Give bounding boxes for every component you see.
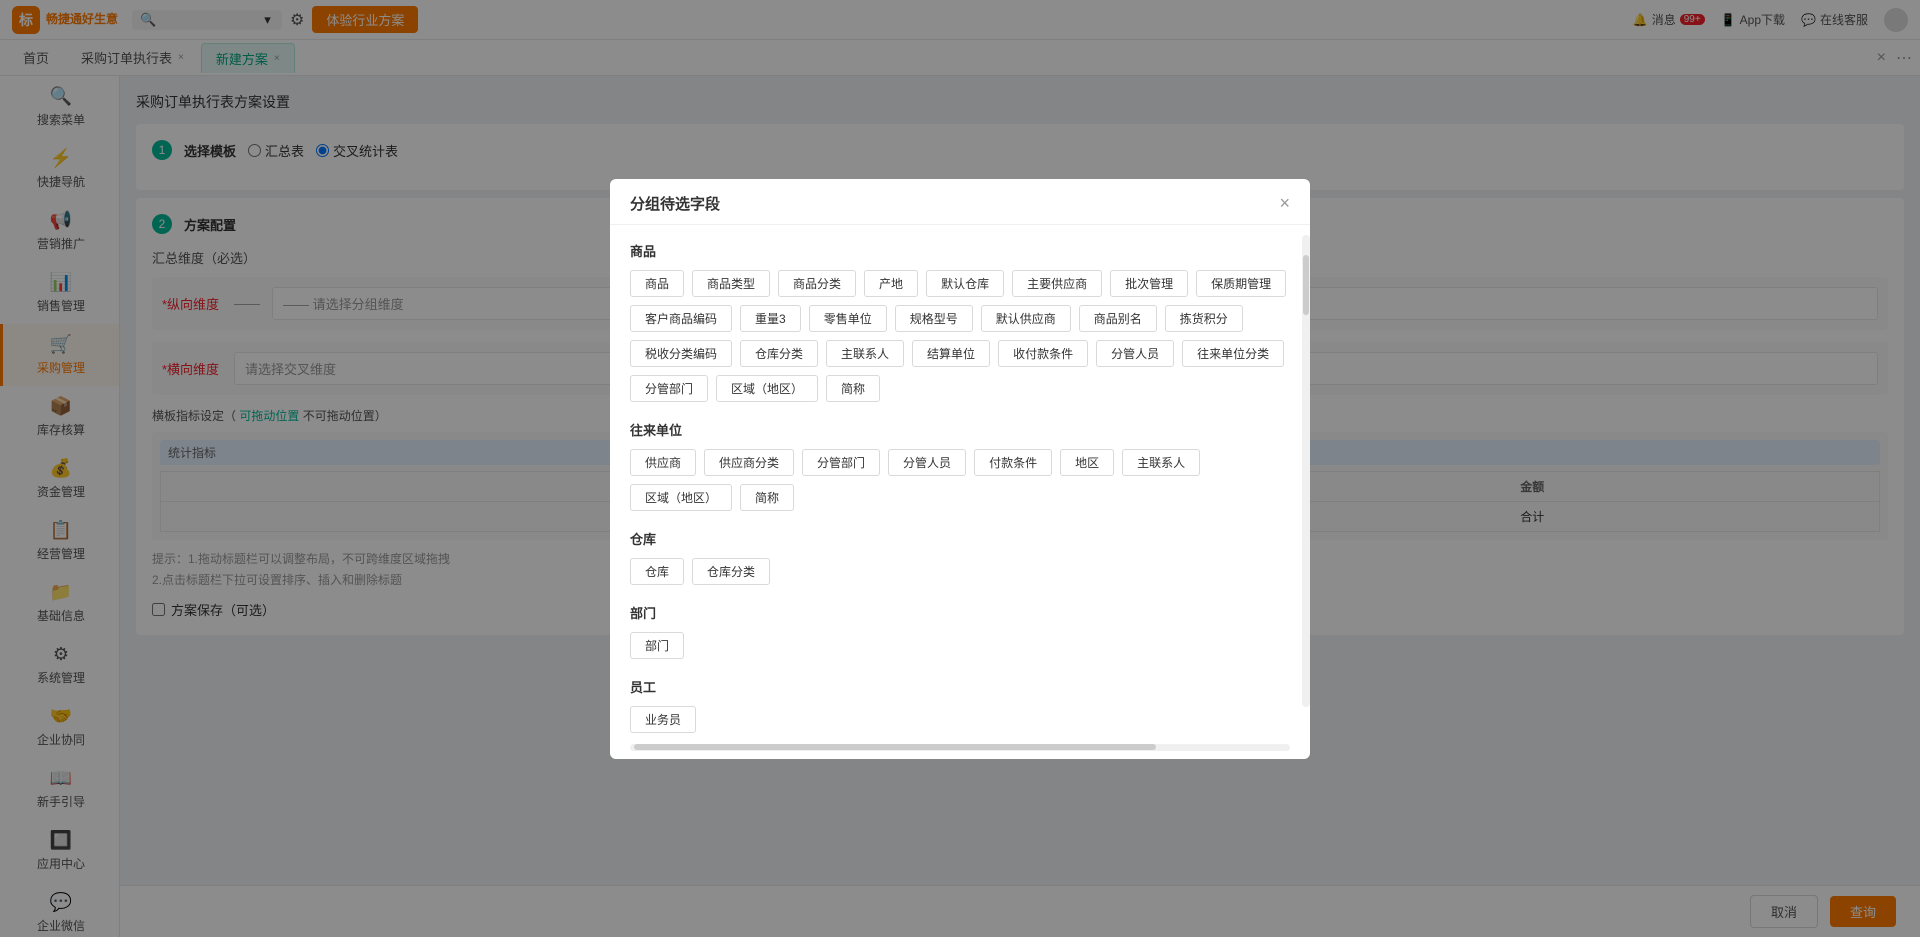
section-dept: 部门 部门 <box>630 603 1290 659</box>
section-product: 商品 商品 商品类型 商品分类 产地 默认仓库 主要供应商 批次管理 保质期管理… <box>630 241 1290 402</box>
modal-close-button[interactable]: × <box>1279 194 1290 212</box>
field-batch-mgmt[interactable]: 批次管理 <box>1110 270 1188 297</box>
field-partner-supervisor[interactable]: 分管人员 <box>888 449 966 476</box>
field-department[interactable]: 部门 <box>630 632 684 659</box>
field-salesperson[interactable]: 业务员 <box>630 706 696 733</box>
modal: 分组待选字段 × 商品 商品 商品类型 商品分类 产地 默认仓库 主要供应商 批… <box>610 179 1310 759</box>
field-partner-short[interactable]: 简称 <box>740 484 794 511</box>
modal-scrollbar-thumb <box>1303 255 1309 315</box>
field-default-supplier[interactable]: 默认供应商 <box>981 305 1071 332</box>
field-supplier[interactable]: 供应商 <box>630 449 696 476</box>
section-warehouse-title: 仓库 <box>630 529 1290 548</box>
section-employee-title: 员工 <box>630 677 1290 696</box>
field-dept[interactable]: 分管部门 <box>630 375 708 402</box>
field-warehouse-category[interactable]: 仓库分类 <box>740 340 818 367</box>
field-product[interactable]: 商品 <box>630 270 684 297</box>
section-partner-title: 往来单位 <box>630 420 1290 439</box>
field-main-supplier[interactable]: 主要供应商 <box>1012 270 1102 297</box>
modal-header: 分组待选字段 × <box>610 179 1310 225</box>
modal-hscrollbar[interactable] <box>630 744 1290 750</box>
field-pick-points[interactable]: 拣货积分 <box>1165 305 1243 332</box>
field-partner-category[interactable]: 往来单位分类 <box>1182 340 1284 367</box>
field-retail-unit[interactable]: 零售单位 <box>809 305 887 332</box>
field-region[interactable]: 区域（地区） <box>716 375 818 402</box>
section-product-title: 商品 <box>630 241 1290 260</box>
field-partner-contact[interactable]: 主联系人 <box>1122 449 1200 476</box>
field-supervisor[interactable]: 分管人员 <box>1096 340 1174 367</box>
field-payment-terms[interactable]: 收付款条件 <box>998 340 1088 367</box>
section-partner: 往来单位 供应商 供应商分类 分管部门 分管人员 付款条件 地区 主联系人 区域… <box>630 420 1290 511</box>
modal-body: 商品 商品 商品类型 商品分类 产地 默认仓库 主要供应商 批次管理 保质期管理… <box>610 225 1310 745</box>
section-product-tags: 商品 商品类型 商品分类 产地 默认仓库 主要供应商 批次管理 保质期管理 客户… <box>630 270 1290 402</box>
field-tax-code[interactable]: 税收分类编码 <box>630 340 732 367</box>
field-origin[interactable]: 产地 <box>864 270 918 297</box>
field-settlement-unit[interactable]: 结算单位 <box>912 340 990 367</box>
modal-title: 分组待选字段 <box>630 193 720 214</box>
field-customer-code[interactable]: 客户商品编码 <box>630 305 732 332</box>
section-partner-tags: 供应商 供应商分类 分管部门 分管人员 付款条件 地区 主联系人 区域（地区） … <box>630 449 1290 511</box>
section-employee: 员工 业务员 <box>630 677 1290 733</box>
field-partner-region[interactable]: 区域（地区） <box>630 484 732 511</box>
field-product-type[interactable]: 商品类型 <box>692 270 770 297</box>
field-product-category[interactable]: 商品分类 <box>778 270 856 297</box>
field-warehouse[interactable]: 仓库 <box>630 558 684 585</box>
modal-scrollbar[interactable] <box>1302 235 1310 707</box>
field-default-warehouse[interactable]: 默认仓库 <box>926 270 1004 297</box>
section-warehouse-tags: 仓库 仓库分类 <box>630 558 1290 585</box>
section-employee-tags: 业务员 <box>630 706 1290 733</box>
field-spec-model[interactable]: 规格型号 <box>895 305 973 332</box>
field-product-alias[interactable]: 商品别名 <box>1079 305 1157 332</box>
field-expiry-mgmt[interactable]: 保质期管理 <box>1196 270 1286 297</box>
modal-hscrollbar-thumb <box>634 744 1156 750</box>
field-short-name[interactable]: 简称 <box>826 375 880 402</box>
field-area[interactable]: 地区 <box>1060 449 1114 476</box>
section-dept-tags: 部门 <box>630 632 1290 659</box>
field-warehouse-cat[interactable]: 仓库分类 <box>692 558 770 585</box>
field-weight3[interactable]: 重量3 <box>740 305 801 332</box>
field-supplier-category[interactable]: 供应商分类 <box>704 449 794 476</box>
field-main-contact[interactable]: 主联系人 <box>826 340 904 367</box>
field-payment-condition[interactable]: 付款条件 <box>974 449 1052 476</box>
section-warehouse: 仓库 仓库 仓库分类 <box>630 529 1290 585</box>
field-partner-dept[interactable]: 分管部门 <box>802 449 880 476</box>
modal-overlay[interactable]: 分组待选字段 × 商品 商品 商品类型 商品分类 产地 默认仓库 主要供应商 批… <box>0 0 1920 937</box>
section-dept-title: 部门 <box>630 603 1290 622</box>
